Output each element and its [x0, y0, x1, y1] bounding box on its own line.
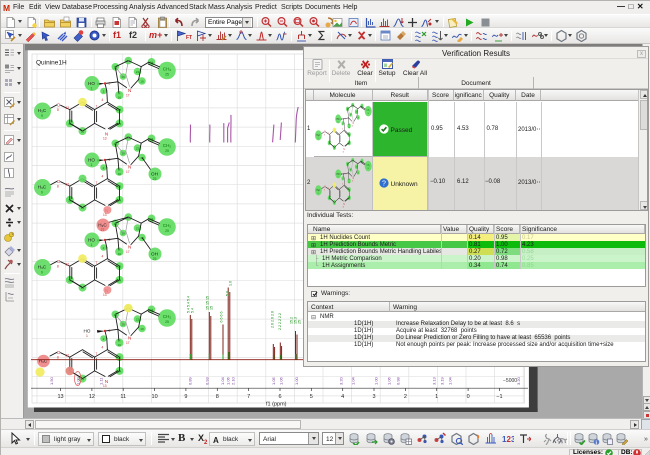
svg-text:2.10: 2.10: [230, 376, 235, 385]
svg-text:0.98: 0.98: [396, 376, 401, 385]
svg-text:7: 7: [247, 394, 250, 400]
svg-text:?: ?: [382, 181, 386, 188]
svg-text:5: 5: [310, 394, 313, 400]
svg-text:11: 11: [120, 394, 126, 400]
svg-text:3: 3: [511, 435, 514, 444]
svg-text:12: 12: [89, 394, 95, 400]
svg-text:4: 4: [341, 394, 344, 400]
svg-text:3.20: 3.20: [339, 376, 344, 385]
svg-text:1.50: 1.50: [49, 376, 54, 385]
svg-text:9: 9: [184, 394, 187, 400]
svg-text:HO: HO: [84, 329, 91, 334]
svg-text:13: 13: [57, 394, 63, 400]
svg-text:27: 27: [101, 228, 105, 232]
svg-text:−1: −1: [496, 394, 502, 400]
svg-text:1.04: 1.04: [220, 376, 225, 385]
svg-text:2: 2: [404, 394, 407, 400]
svg-text:10: 10: [152, 394, 158, 400]
svg-text:3: 3: [372, 394, 375, 400]
svg-text:1.06: 1.06: [278, 376, 283, 385]
svg-text:6: 6: [278, 394, 281, 400]
svg-text:−5000: −5000: [503, 378, 517, 384]
svg-text:1: 1: [435, 394, 438, 400]
svg-text:3.19: 3.19: [440, 376, 445, 385]
svg-text:Quinine1H: Quinine1H: [36, 60, 67, 67]
svg-text:0: 0: [467, 394, 470, 400]
svg-text:1.00: 1.00: [294, 376, 299, 385]
svg-text:1.00: 1.00: [374, 376, 379, 385]
svg-text:2.2 2.2 2.2: 2.2 2.2 2.2: [278, 313, 282, 330]
svg-text:0.89: 0.89: [187, 376, 192, 385]
svg-text:15: 15: [209, 306, 213, 310]
svg-text:5.0: 5.0: [225, 291, 229, 296]
svg-text:0.93: 0.93: [204, 376, 209, 385]
svg-text:f1 (ppm): f1 (ppm): [266, 402, 287, 408]
svg-text:1: 1: [86, 334, 88, 338]
svg-text:1.04: 1.04: [351, 376, 356, 385]
svg-text:3.13: 3.13: [432, 376, 437, 385]
svg-text:1.11: 1.11: [99, 377, 104, 385]
svg-text:1.06: 1.06: [387, 376, 392, 385]
svg-text:H₃C: H₃C: [39, 359, 48, 364]
svg-text:25: 25: [298, 320, 302, 324]
svg-text:1.05: 1.05: [271, 376, 276, 385]
svg-text:H₃C: H₃C: [98, 223, 107, 228]
svg-text:1.04: 1.04: [448, 376, 453, 385]
svg-text:6 6 6 6: 6 6 6 6: [220, 312, 224, 323]
svg-text:1.0: 1.0: [229, 281, 233, 286]
svg-text:8: 8: [216, 394, 219, 400]
svg-text:5.4: 5.4: [190, 308, 194, 313]
svg-text:2.6 2.6 2.6: 2.6 2.6 2.6: [271, 311, 275, 328]
